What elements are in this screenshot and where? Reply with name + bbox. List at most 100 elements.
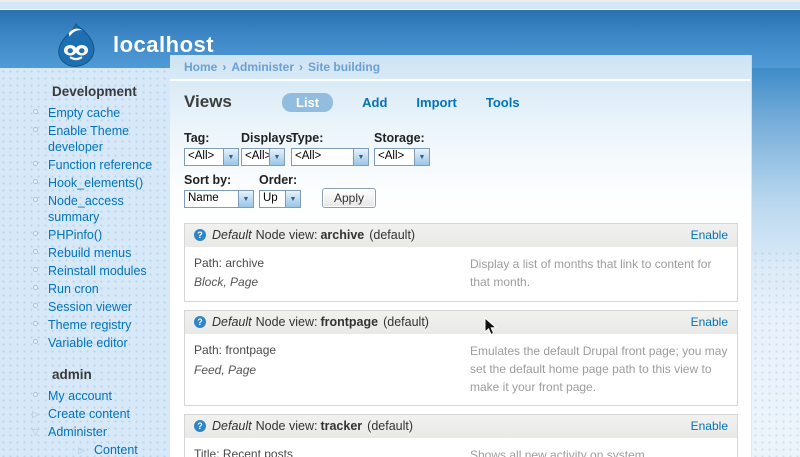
view-name: frontpage <box>320 315 379 330</box>
circle-bullet-icon <box>33 321 38 326</box>
breadcrumb-separator: › <box>299 60 304 74</box>
sidebar-item-content-management[interactable]: ▷Content management <box>78 442 173 457</box>
tag-select[interactable]: <All> ▼ <box>184 148 239 166</box>
view-row-archive: ? Default Node view: archive (default) E… <box>184 223 738 303</box>
tab-list[interactable]: List <box>282 92 334 112</box>
storage-select[interactable]: <All> ▼ <box>374 148 430 166</box>
title-row: Views List Add Import Tools <box>170 81 751 114</box>
view-row-header: ? Default Node view: frontpage (default)… <box>185 311 737 334</box>
view-type-label: Node view: <box>255 419 318 434</box>
tab-import[interactable]: Import <box>416 95 456 110</box>
view-path: Path: archive <box>194 256 265 270</box>
sidebar-item-theme-registry[interactable]: Theme registry <box>32 317 162 333</box>
sidebar-item-node-access-summary[interactable]: Node_access summary <box>32 193 162 225</box>
sort-by-label: Sort by: <box>184 173 232 187</box>
view-row-tracker: ? Default Node view: tracker (default) E… <box>184 414 738 457</box>
chevron-down-icon[interactable]: ▼ <box>285 191 300 207</box>
tab-add[interactable]: Add <box>362 95 387 110</box>
chevron-down-icon[interactable]: ▼ <box>238 191 253 207</box>
chevron-down-icon[interactable]: ▼ <box>269 149 284 165</box>
sidebar-item-my-account[interactable]: My account <box>32 388 162 404</box>
sidebar-heading-development: Development <box>52 84 137 99</box>
view-row-header: ? Default Node view: tracker (default) E… <box>185 415 737 438</box>
order-label: Order: <box>259 173 298 187</box>
right-background-dots <box>752 250 800 457</box>
view-default-flag: Default <box>212 419 252 434</box>
collapsed-arrow-icon[interactable]: ▷ <box>78 442 85 457</box>
filter-tag: Tag: <All> ▼ <box>184 131 241 166</box>
view-row-body: Title: Recent posts Path: tracker Page S… <box>185 437 737 457</box>
expanded-arrow-icon[interactable]: ▽ <box>32 424 39 440</box>
storage-label: Storage: <box>374 131 425 145</box>
breadcrumb: Home › Administer › Site building <box>170 55 751 81</box>
view-name: tracker <box>320 419 363 434</box>
filter-type: Type: <All> ▼ <box>291 131 374 166</box>
sidebar-item-phpinfo[interactable]: PHPinfo() <box>32 227 162 243</box>
sidebar-item-enable-theme-developer[interactable]: Enable Theme developer <box>32 123 162 155</box>
tab-tools[interactable]: Tools <box>486 95 520 110</box>
type-label: Type: <box>291 131 324 145</box>
circle-bullet-icon <box>33 109 38 114</box>
circle-bullet-icon <box>33 267 38 272</box>
sidebar-item-empty-cache[interactable]: Empty cache <box>32 105 162 121</box>
filter-sort-by: Sort by: Name ▼ <box>184 173 259 208</box>
circle-bullet-icon <box>33 392 38 397</box>
breadcrumb-home[interactable]: Home <box>184 60 217 74</box>
breadcrumb-site-building[interactable]: Site building <box>308 60 380 74</box>
help-icon[interactable]: ? <box>194 316 206 329</box>
enable-link[interactable]: Enable <box>691 315 728 329</box>
circle-bullet-icon <box>33 303 38 308</box>
apply-button[interactable]: Apply <box>322 188 377 208</box>
enable-link[interactable]: Enable <box>691 419 728 433</box>
filter-displays: Displays: <All> ▼ <box>241 131 297 166</box>
views-list: ? Default Node view: archive (default) E… <box>184 223 738 457</box>
filter-row-1: Tag: <All> ▼ Displays: <All> ▼ Type: <Al… <box>184 131 751 166</box>
sidebar-item-hook-elements[interactable]: Hook_elements() <box>32 175 162 191</box>
breadcrumb-administer[interactable]: Administer <box>231 60 294 74</box>
view-name: archive <box>320 228 365 242</box>
filter-storage: Storage: <All> ▼ <box>374 131 436 166</box>
sidebar-item-reinstall-modules[interactable]: Reinstall modules <box>32 263 162 279</box>
development-menu: Empty cache Enable Theme developer Funct… <box>32 105 170 351</box>
sidebar-item-variable-editor[interactable]: Variable editor <box>32 335 162 351</box>
view-row-header: ? Default Node view: archive (default) E… <box>185 224 737 246</box>
sidebar-item-session-viewer[interactable]: Session viewer <box>32 299 162 315</box>
view-row-body: Path: frontpage Feed, Page Emulates the … <box>185 333 737 406</box>
displays-select[interactable]: <All> ▼ <box>241 148 285 166</box>
tabs: List Add Import Tools <box>282 92 520 112</box>
chevron-down-icon[interactable]: ▼ <box>223 149 238 165</box>
breadcrumb-separator: › <box>222 60 227 74</box>
sidebar-item-administer[interactable]: ▽Administer ▷Content management <box>32 424 162 457</box>
help-icon[interactable]: ? <box>194 229 206 241</box>
sidebar-item-rebuild-menus[interactable]: Rebuild menus <box>32 245 162 261</box>
tag-label: Tag: <box>184 131 210 145</box>
sort-by-select[interactable]: Name ▼ <box>184 190 254 208</box>
order-select[interactable]: Up ▼ <box>259 190 301 208</box>
main-content: Home › Administer › Site building Views … <box>170 55 752 457</box>
help-icon[interactable]: ? <box>194 420 206 433</box>
chevron-down-icon[interactable]: ▼ <box>353 149 368 165</box>
filters: Tag: <All> ▼ Displays: <All> ▼ Type: <Al… <box>170 131 751 208</box>
collapsed-arrow-icon[interactable]: ▷ <box>32 406 39 422</box>
circle-bullet-icon <box>33 231 38 236</box>
top-strip <box>0 0 800 10</box>
sidebar-item-run-cron[interactable]: Run cron <box>32 281 162 297</box>
view-suffix: (default) <box>367 419 414 434</box>
admin-menu: My account ▷ Create content ▽ Administer ▷… <box>32 388 170 457</box>
sidebar-item-function-reference[interactable]: Function reference <box>32 157 162 173</box>
sidebar-item-create-content[interactable]: ▷ Create content <box>32 406 162 422</box>
view-description: Shows all new activity on system. <box>470 448 649 457</box>
view-row-frontpage: ? Default Node view: frontpage (default)… <box>184 310 738 407</box>
chevron-down-icon[interactable]: ▼ <box>414 149 429 165</box>
enable-link[interactable]: Enable <box>691 228 728 242</box>
filter-order: Order: Up ▼ <box>259 173 309 208</box>
displays-label: Displays: <box>241 131 297 145</box>
type-select[interactable]: <All> ▼ <box>291 148 369 166</box>
administer-submenu: ▷Content management <box>78 442 162 457</box>
view-suffix: (default) <box>383 315 429 330</box>
sidebar-heading-admin: admin <box>52 367 92 382</box>
view-row-body: Path: archive Block, Page Display a list… <box>185 246 737 302</box>
circle-bullet-icon <box>33 127 38 132</box>
drupal-logo-icon <box>58 23 95 67</box>
sidebar: Development Empty cache Enable Theme dev… <box>0 68 170 457</box>
